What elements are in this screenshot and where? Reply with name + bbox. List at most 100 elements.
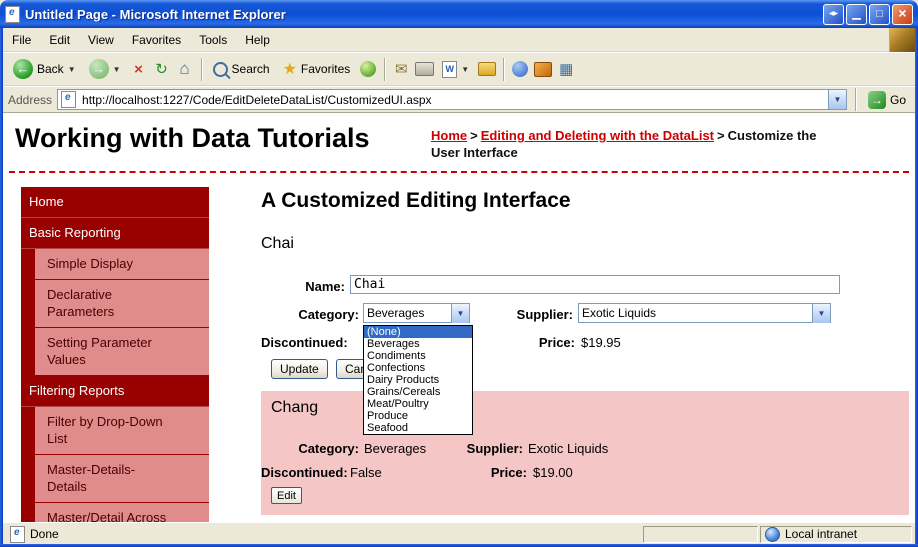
- favorites-label: Favorites: [300, 62, 351, 76]
- discontinued-label: Discontinued:: [261, 335, 348, 350]
- favorites-button[interactable]: ★ Favorites: [278, 57, 356, 81]
- status-message-panel: Done: [6, 525, 641, 543]
- discontinued-value: False: [350, 465, 382, 480]
- address-dropdown-icon[interactable]: ▼: [827, 90, 846, 109]
- history-icon: [360, 61, 377, 77]
- go-label: Go: [889, 92, 906, 107]
- print-button[interactable]: [414, 59, 434, 79]
- option-none[interactable]: (None): [364, 326, 472, 338]
- print-icon: [414, 62, 434, 76]
- option-confections[interactable]: Confections: [364, 362, 472, 374]
- ie-page-icon: [5, 5, 20, 23]
- address-separator: [854, 88, 856, 111]
- sidebar-item-simple-display[interactable]: Simple Display: [35, 249, 209, 280]
- option-seafood[interactable]: Seafood: [364, 422, 472, 434]
- menu-bar: File Edit View Favorites Tools Help: [3, 28, 915, 52]
- page-favicon: [61, 91, 77, 108]
- menu-help[interactable]: Help: [236, 29, 279, 51]
- option-meat-poultry[interactable]: Meat/Poultry: [364, 398, 472, 410]
- toolbar-separator: [200, 57, 202, 81]
- go-icon: →: [867, 90, 886, 109]
- mobile-favorites-icon: [534, 61, 553, 77]
- messenger-button[interactable]: [510, 59, 530, 79]
- close-button[interactable]: ×: [892, 3, 913, 25]
- back-dropdown-icon[interactable]: ▼: [68, 65, 76, 74]
- mobile-favorites-button[interactable]: [533, 59, 553, 79]
- product-row-chang: Chang Category: Beverages Supplier: Exot…: [261, 391, 909, 515]
- sidebar-item-setting-parameter-values[interactable]: Setting Parameter Values: [35, 328, 209, 376]
- breadcrumb-home-link[interactable]: Home: [431, 128, 467, 143]
- address-input[interactable]: [80, 90, 824, 109]
- edit-with-word-button[interactable]: W ▼: [437, 59, 474, 80]
- supplier-label: Supplier:: [516, 307, 573, 322]
- sidebar-item-master-details-details[interactable]: Master-Details- Details: [35, 455, 209, 503]
- window-border-left: [0, 28, 3, 547]
- edit-dropdown-icon[interactable]: ▼: [461, 65, 469, 74]
- history-button[interactable]: [358, 59, 378, 79]
- discontinued-label: Discontinued:: [261, 465, 348, 480]
- address-bar: Address ▼ → Go: [3, 86, 915, 113]
- go-button[interactable]: → Go: [864, 90, 910, 109]
- title-bar[interactable]: Untitled Page - Microsoft Internet Explo…: [0, 0, 918, 28]
- menu-edit[interactable]: Edit: [40, 29, 79, 51]
- option-produce[interactable]: Produce: [364, 410, 472, 422]
- window-title: Untitled Page - Microsoft Internet Explo…: [25, 6, 286, 22]
- stop-button[interactable]: ×: [129, 59, 149, 79]
- category-select-value: Beverages: [367, 306, 425, 320]
- sidebar-item-master-detail-two-pages[interactable]: Master/Detail Across Two Pages: [35, 503, 209, 522]
- discuss-icon: [478, 62, 497, 76]
- supplier-dropdown-icon[interactable]: ▼: [812, 303, 830, 323]
- back-button[interactable]: ← Back ▼: [8, 57, 81, 81]
- status-document-icon: [10, 525, 25, 543]
- mail-button[interactable]: ✉: [391, 59, 411, 79]
- option-dairy-products[interactable]: Dairy Products: [364, 374, 472, 386]
- update-button[interactable]: Update: [271, 359, 328, 379]
- sidebar-item-declarative-parameters[interactable]: Declarative Parameters: [35, 280, 209, 328]
- edit-button[interactable]: Edit: [271, 487, 302, 504]
- status-zone-label: Local intranet: [785, 527, 858, 541]
- discuss-button[interactable]: [477, 59, 497, 79]
- quick-launch-button[interactable]: ▦: [556, 59, 576, 79]
- home-button[interactable]: ⌂: [175, 59, 195, 79]
- product-name-chai: Chai: [261, 235, 294, 252]
- option-condiments[interactable]: Condiments: [364, 350, 472, 362]
- ie-logo-brick: [889, 28, 915, 52]
- back-label: Back: [37, 62, 64, 76]
- status-bar: Done Local intranet: [3, 522, 915, 544]
- breadcrumb-separator: >: [717, 128, 725, 143]
- name-input[interactable]: [350, 275, 840, 294]
- search-label: Search: [231, 62, 270, 76]
- category-select[interactable]: Beverages ▼: [363, 303, 470, 323]
- search-button[interactable]: Search: [208, 60, 275, 79]
- forward-button[interactable]: → ▼: [84, 57, 126, 81]
- refresh-icon: ↻: [155, 61, 168, 78]
- maximize-button[interactable]: □: [869, 3, 890, 25]
- breadcrumb-section-link[interactable]: Editing and Deleting with the DataList: [481, 128, 714, 143]
- sidebar-item-filter-by-dropdown-list[interactable]: Filter by Drop-Down List: [35, 407, 209, 455]
- menu-file[interactable]: File: [3, 29, 40, 51]
- toolbar-separator: [384, 57, 386, 81]
- price-label: Price:: [538, 335, 575, 350]
- word-icon: W: [442, 60, 458, 78]
- price-label: Price:: [490, 465, 527, 480]
- sidebar-item-basic-reporting[interactable]: Basic Reporting: [21, 218, 209, 249]
- refresh-button[interactable]: ↻: [152, 59, 172, 79]
- sidebar-item-filtering-reports[interactable]: Filtering Reports: [21, 376, 209, 407]
- forward-dropdown-icon[interactable]: ▼: [113, 65, 121, 74]
- breadcrumb: Home > Editing and Deleting with the DataL…: [431, 127, 901, 161]
- page-content: Working with Data Tutorials Home > Editing…: [3, 113, 915, 522]
- menu-tools[interactable]: Tools: [190, 29, 236, 51]
- product-name-chang: Chang: [271, 399, 319, 416]
- sidebar-item-home[interactable]: Home: [21, 187, 209, 218]
- menu-view[interactable]: View: [79, 29, 123, 51]
- minimize-button[interactable]: ▁: [846, 3, 867, 25]
- option-beverages[interactable]: Beverages: [364, 338, 472, 350]
- category-dropdown-icon[interactable]: ▼: [451, 303, 469, 323]
- menu-favorites[interactable]: Favorites: [123, 29, 190, 51]
- supplier-select[interactable]: Exotic Liquids ▼: [578, 303, 831, 323]
- site-title: Working with Data Tutorials: [15, 123, 370, 153]
- browser-window: Untitled Page - Microsoft Internet Explo…: [0, 0, 918, 547]
- category-options-list: (None) Beverages Condiments Confections …: [363, 325, 473, 435]
- window-arrows-button[interactable]: ◀▶: [823, 3, 844, 25]
- option-grains-cereals[interactable]: Grains/Cereals: [364, 386, 472, 398]
